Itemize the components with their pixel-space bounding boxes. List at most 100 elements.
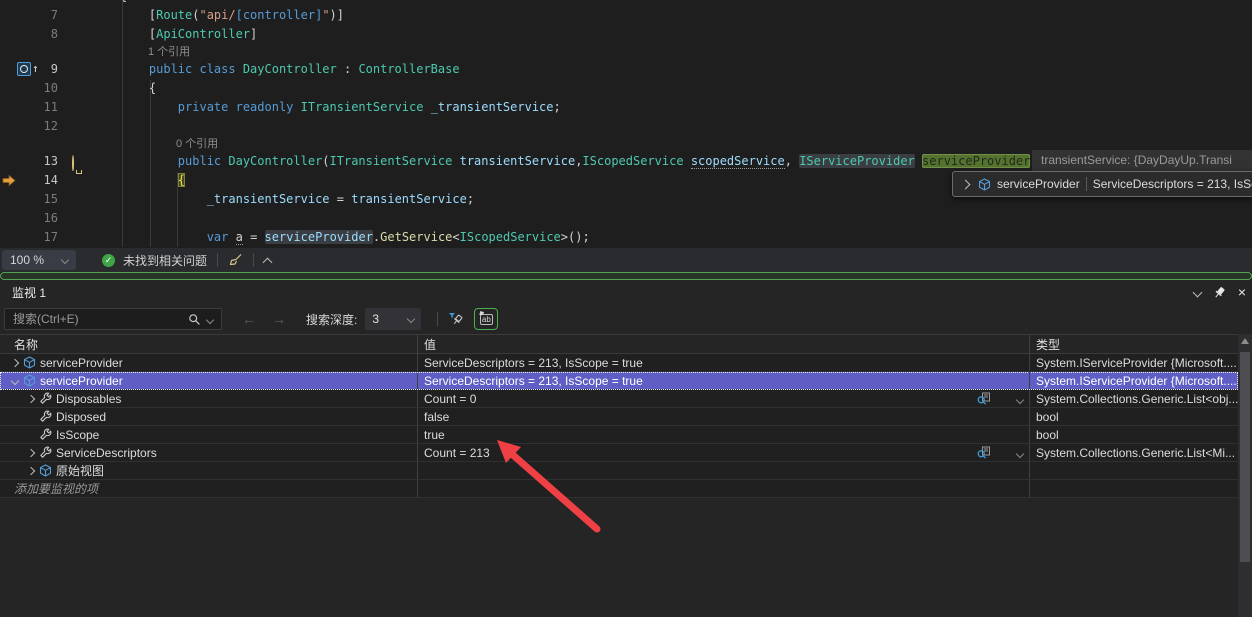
watch-row-serviceProvider[interactable]: serviceProvider ServiceDescriptors = 213,… [0, 372, 1238, 390]
expander-collapsed-icon[interactable] [26, 394, 36, 403]
editor-status-bar: 100 % ✓ 未找到相关问题 [0, 248, 1252, 272]
code-line-7[interactable]: 7 [Route("api/[controller]")] [0, 6, 1252, 25]
property-wrench-icon [39, 428, 52, 441]
watch-type: bool [1036, 427, 1059, 442]
current-statement-arrow-icon[interactable] [2, 174, 16, 187]
scrollbar-up-arrow[interactable] [1241, 338, 1249, 344]
pin-icon[interactable] [1213, 286, 1226, 299]
pinned-datatip-offscreen-icon[interactable]: ↑ [17, 62, 39, 76]
watch-row-原始视图[interactable]: 原始视图 [0, 462, 1238, 480]
code-line-12[interactable]: 12 [0, 117, 1252, 136]
datatip-expander-icon[interactable] [960, 177, 971, 191]
watch-row-Disposed[interactable]: Disposed false bool [0, 408, 1238, 426]
datatip-name: serviceProvider [997, 177, 1080, 191]
code-line-8[interactable]: 8 [ApiController] [0, 25, 1252, 44]
watch-value[interactable]: ServiceDescriptors = 213, IsScope = true [418, 372, 1030, 389]
column-header-type[interactable]: 类型 [1030, 335, 1238, 353]
code-line-10[interactable]: 10 { [0, 79, 1252, 98]
watch-scrollbar[interactable] [1238, 334, 1252, 617]
quick-actions-lightbulb-icon[interactable] [72, 154, 74, 173]
vs-debugger-window: {7 [Route("api/[controller]")]8 [ApiCont… [0, 0, 1252, 617]
code-line-11[interactable]: 11 private readonly ITransientService _t… [0, 98, 1252, 117]
watch-value[interactable]: Count = 213 [418, 444, 1030, 461]
search-depth-value: 3 [372, 312, 380, 326]
watch-row-serviceProvider[interactable]: serviceProvider ServiceDescriptors = 213,… [0, 354, 1238, 372]
search-input[interactable] [5, 312, 188, 326]
property-wrench-icon [39, 392, 52, 405]
add-watch-row[interactable]: 添加要监视的项 [0, 480, 1238, 498]
code-text: { [120, 81, 157, 95]
watch-type: bool [1036, 409, 1059, 424]
watch-panel: 监视 1 × ← → 搜索深度: 3 [0, 280, 1252, 617]
watch-row-Disposables[interactable]: Disposables Count = 0 System.Collections.G… [0, 390, 1238, 408]
watch-value[interactable]: true [418, 426, 1030, 443]
watch-value[interactable]: ServiceDescriptors = 213, IsScope = true [418, 354, 1030, 371]
datatip-serviceprovider[interactable]: serviceProvider ServiceDescriptors = 213… [952, 171, 1252, 197]
active-panel-splitter[interactable] [0, 272, 1252, 280]
scrollbar-thumb[interactable] [1240, 352, 1250, 562]
object-cube-icon [23, 356, 36, 369]
expander-collapsed-icon[interactable] [26, 466, 36, 475]
watch-type: System.IServiceProvider {Microsoft.... [1036, 373, 1237, 388]
code-cleanup-broom-icon[interactable] [228, 253, 243, 268]
datatip-value[interactable]: ServiceDescriptors = 213, IsSc [1093, 177, 1252, 191]
visualizer-magnifier-icon[interactable] [977, 446, 991, 459]
search-options-chevron-icon[interactable] [205, 310, 215, 328]
column-header-name[interactable]: 名称 [0, 335, 418, 353]
object-cube-icon [23, 374, 36, 387]
datatip-ghost: transientService: {DayDayUp.Transi [1032, 150, 1252, 171]
codelens-references[interactable]: 1 个引用 [0, 44, 1252, 60]
expander-collapsed-icon[interactable] [26, 448, 36, 457]
visualizer-chevron-icon[interactable] [1015, 446, 1025, 460]
code-line-16[interactable]: 16 [0, 209, 1252, 228]
watch-grid-header: 名称 值 类型 [0, 335, 1238, 354]
watch-row-ServiceDescriptors[interactable]: ServiceDescriptors Count = 213 System.Coll… [0, 444, 1238, 462]
property-wrench-icon [39, 446, 52, 459]
code-text: var a = serviceProvider.GetService<IScop… [206, 230, 590, 245]
zoom-selector[interactable]: 100 % [2, 250, 76, 270]
watch-titlebar[interactable]: 监视 1 × [0, 280, 1252, 304]
window-position-chevron-icon[interactable] [1192, 285, 1203, 299]
code-text: { [177, 173, 186, 187]
object-cube-icon [978, 177, 991, 191]
line-number: 11 [43, 100, 58, 114]
watch-name: Disposed [56, 409, 107, 424]
line-number: 14 [43, 173, 58, 187]
watch-value[interactable]: Count = 0 [418, 390, 1030, 407]
watch-type: System.Collections.Generic.List<Mi... [1036, 445, 1236, 460]
watch-value[interactable] [418, 462, 1030, 479]
watch-name: serviceProvider [40, 373, 123, 388]
line-number: 10 [43, 81, 58, 95]
visualizer-magnifier-icon[interactable] [977, 392, 991, 405]
expander-collapsed-icon[interactable] [10, 358, 20, 367]
line-number: 8 [50, 27, 58, 41]
code-line-9[interactable]: 9 ↑ public class DayController : Controll… [0, 60, 1252, 79]
code-text: [ApiController] [120, 27, 258, 41]
add-watch-label: 添加要监视的项 [14, 482, 99, 496]
search-back-arrow[interactable]: ← [242, 311, 256, 327]
search-depth-dropdown[interactable]: 3 [365, 308, 422, 330]
watch-value[interactable]: false [418, 408, 1030, 425]
filter-pinned-icon[interactable] [448, 311, 464, 327]
close-icon[interactable]: × [1238, 285, 1246, 299]
health-status-text: 未找到相关问题 [123, 253, 208, 268]
watch-search-box[interactable] [4, 308, 222, 330]
code-line-17[interactable]: 17 var a = serviceProvider.GetService<IS… [0, 228, 1252, 247]
visualizer-chevron-icon[interactable] [1015, 392, 1025, 406]
object-cube-icon [39, 464, 52, 477]
watch-type: System.IServiceProvider {Microsoft.... [1036, 355, 1237, 370]
watch-name: Disposables [56, 391, 122, 406]
expander-expanded-icon[interactable] [10, 376, 20, 385]
line-number: 16 [43, 211, 58, 225]
text-visualizer-toggle[interactable]: ab [474, 308, 499, 330]
watch-row-IsScope[interactable]: IsScope true bool [0, 426, 1238, 444]
watch-title: 监视 1 [12, 285, 47, 300]
code-lines: {7 [Route("api/[controller]")]8 [ApiCont… [0, 0, 1252, 247]
column-header-value[interactable]: 值 [418, 335, 1030, 353]
search-forward-arrow[interactable]: → [272, 311, 286, 327]
expand-status-bar-chevron[interactable] [262, 255, 273, 269]
line-number: 7 [50, 8, 58, 22]
line-number: 17 [43, 230, 58, 244]
search-icon [188, 313, 201, 326]
code-editor[interactable]: {7 [Route("api/[controller]")]8 [ApiCont… [0, 0, 1252, 248]
